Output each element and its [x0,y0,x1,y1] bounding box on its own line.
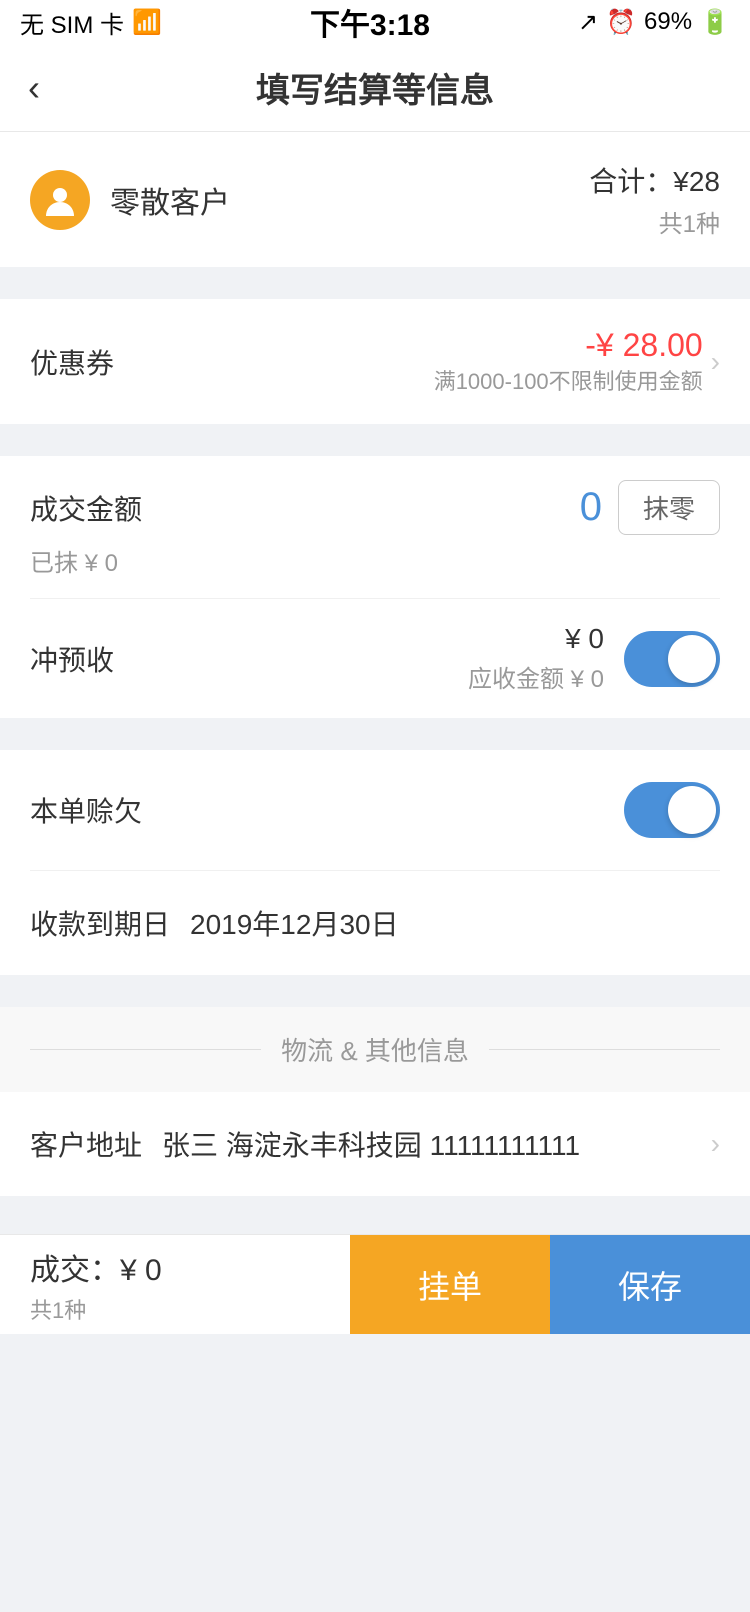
address-row[interactable]: 客户地址 张三 海淀永丰科技园 11111111111 › [0,1092,750,1196]
address-left: 客户地址 张三 海淀永丰科技园 11111111111 [30,1124,580,1164]
coupon-info: -¥ 28.00 满1000-100不限制使用金额 [434,327,703,396]
coupon-label: 优惠券 [30,342,114,382]
page-title: 填写结算等信息 [256,63,494,112]
hold-button[interactable]: 挂单 [350,1235,550,1334]
battery-icon: 🔋 [700,8,730,37]
logistics-line-right [489,1049,720,1050]
address-value: 张三 海淀永丰科技园 11111111111 [162,1124,580,1164]
transaction-label: 成交金额 [30,488,142,528]
coupon-row[interactable]: 优惠券 -¥ 28.00 满1000-100不限制使用金额 › [0,299,750,424]
total-count: 共1种 [589,204,720,239]
transaction-row: 成交金额 0 抹零 [0,456,750,543]
avatar [30,170,90,230]
customer-section: 零散客户 合计：¥28 共1种 [0,132,750,267]
bottom-bar: 成交：¥ 0 共1种 挂单 保存 [0,1234,750,1334]
coupon-amount: -¥ 28.00 [434,327,703,364]
save-button[interactable]: 保存 [550,1235,750,1334]
coupon-right: -¥ 28.00 满1000-100不限制使用金额 › [434,327,720,396]
address-label: 客户地址 [30,1124,142,1164]
battery-text: 69% [644,8,692,36]
customer-left: 零散客户 [30,170,230,230]
arrears-label: 本单赊欠 [30,790,142,830]
address-chevron-icon: › [711,1128,720,1160]
logistics-header: 物流 & 其他信息 [0,1007,750,1092]
toggle-knob [668,635,716,683]
prepay-amounts: ¥ 0 应收金额 ¥ 0 [468,623,604,694]
separator-4 [0,991,750,1007]
no-sim-text: 无 SIM 卡 [20,5,124,40]
prepay-label: 冲预收 [30,639,114,679]
prepay-toggle[interactable] [624,631,720,687]
coupon-desc: 满1000-100不限制使用金额 [434,364,703,396]
transaction-section: 成交金额 0 抹零 已抹 ¥ 0 冲预收 ¥ 0 应收金额 ¥ 0 [0,456,750,718]
status-bar: 无 SIM 卡 📶 下午3:18 ↗ ⏰ 69% 🔋 [0,0,750,44]
prepay-row: 冲预收 ¥ 0 应收金额 ¥ 0 [0,599,750,718]
logistics-line-left [30,1049,261,1050]
transaction-sub: 已抹 ¥ 0 [0,543,750,598]
arrears-section: 本单赊欠 收款到期日 2019年12月30日 [0,750,750,975]
amount-input-area: 0 抹零 [580,480,720,535]
bottom-info: 成交：¥ 0 共1种 [0,1235,350,1334]
duedate-row: 收款到期日 2019年12月30日 [0,871,750,975]
status-right: ↗ ⏰ 69% 🔋 [578,8,730,37]
bottom-count: 共1种 [30,1293,320,1325]
prepay-main-amount: ¥ 0 [468,623,604,655]
address-section: 客户地址 张三 海淀永丰科技园 11111111111 › [0,1092,750,1196]
coupon-section: 优惠券 -¥ 28.00 满1000-100不限制使用金额 › [0,299,750,424]
bottom-deal: 成交：¥ 0 [30,1245,320,1289]
separator-3 [0,734,750,750]
status-time: 下午3:18 [310,0,430,44]
transaction-value[interactable]: 0 [580,485,602,530]
bottom-deal-label: 成交： [30,1254,120,1287]
status-left: 无 SIM 卡 📶 [20,5,162,40]
location-icon: ↗ [578,8,598,37]
nav-bar: ‹ 填写结算等信息 [0,44,750,132]
customer-right: 合计：¥28 共1种 [589,160,720,239]
duedate-label: 收款到期日 [30,903,170,943]
alarm-icon: ⏰ [606,8,636,37]
customer-name: 零散客户 [110,178,230,222]
prepay-sub-amount: 应收金额 ¥ 0 [468,659,604,694]
bottom-deal-amount: ¥ 0 [120,1254,162,1287]
back-button[interactable]: ‹ [28,67,40,109]
separator-2 [0,440,750,456]
arrears-toggle-knob [668,786,716,834]
separator-1 [0,283,750,299]
round-button[interactable]: 抹零 [618,480,720,535]
arrears-toggle[interactable] [624,782,720,838]
wifi-icon: 📶 [132,8,162,37]
arrears-row: 本单赊欠 [0,750,750,870]
prepay-right: ¥ 0 应收金额 ¥ 0 [468,623,720,694]
total-amount: 合计：¥28 [589,160,720,200]
duedate-value: 2019年12月30日 [190,903,399,943]
coupon-chevron-icon: › [711,346,720,378]
logistics-text: 物流 & 其他信息 [281,1031,469,1068]
customer-row: 零散客户 合计：¥28 共1种 [0,132,750,267]
